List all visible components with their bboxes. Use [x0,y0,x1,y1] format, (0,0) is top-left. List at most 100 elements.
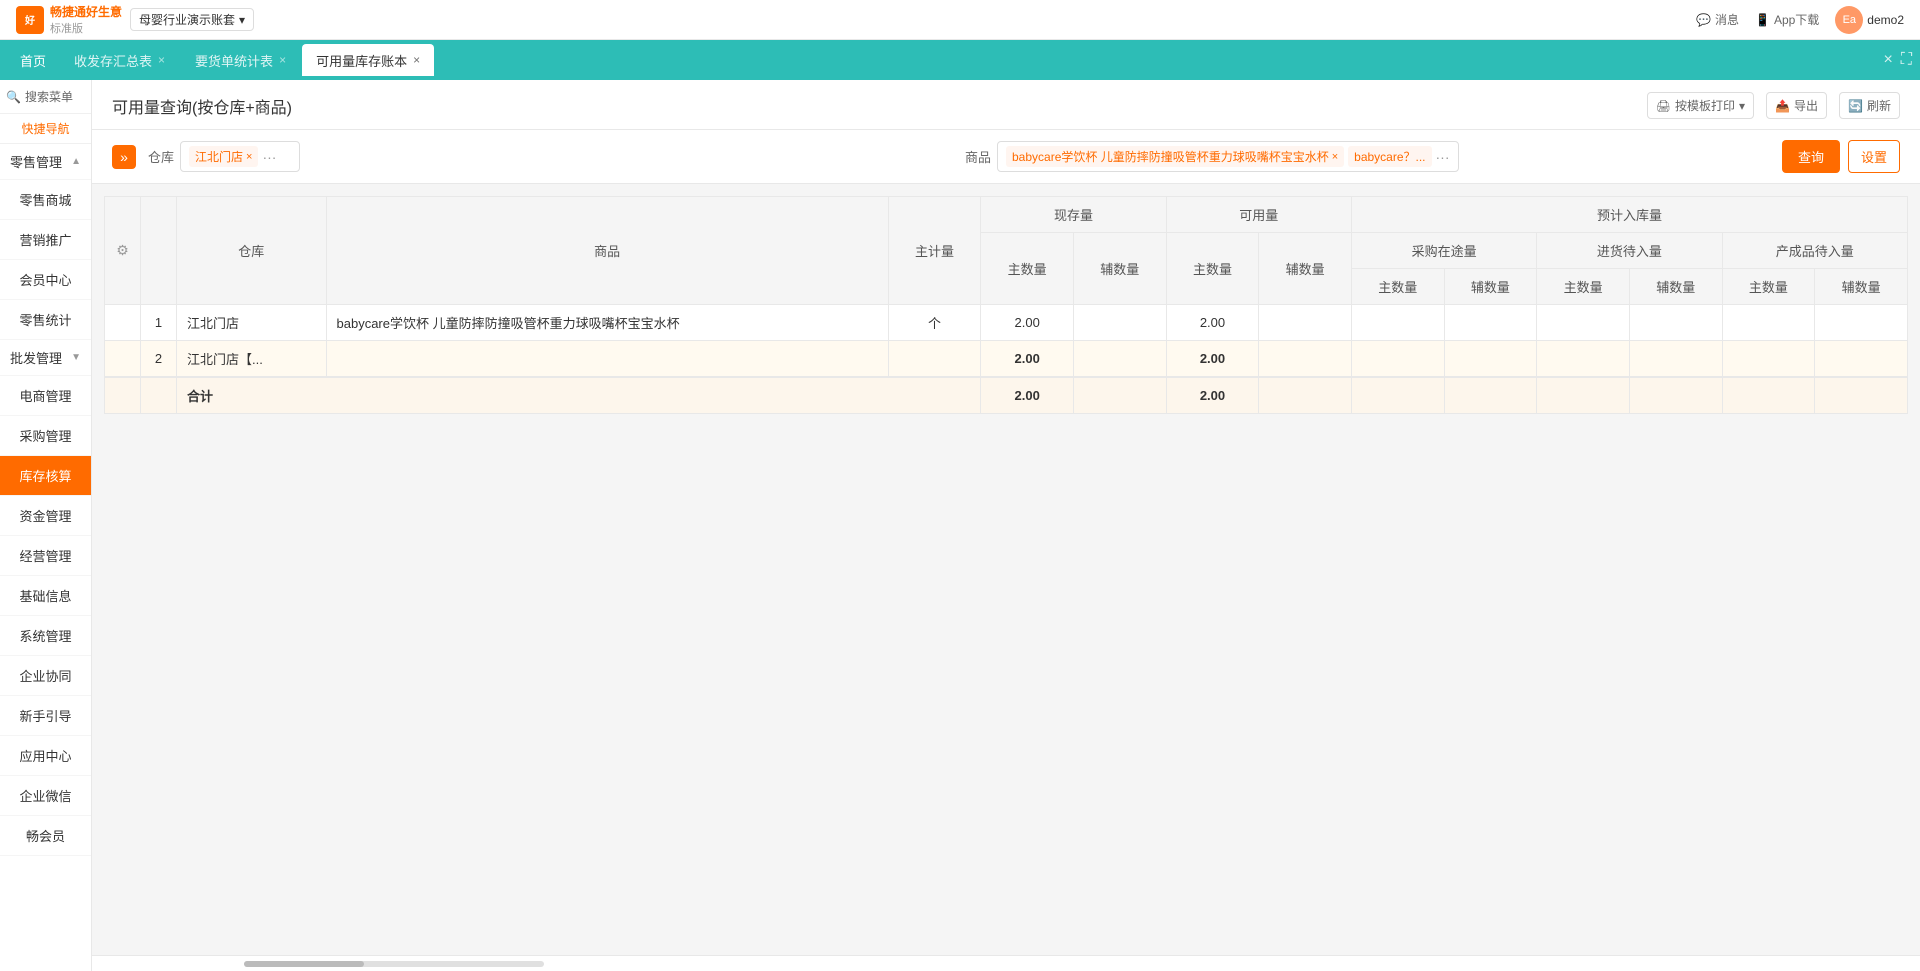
tab-2[interactable]: 要货单统计表 × [181,44,300,76]
row-1-purchase-main [1351,305,1444,341]
row-2-production-aux [1815,341,1908,378]
settings-button[interactable]: 设置 [1848,140,1900,173]
col-header-inbound-main: 主数量 [1537,269,1630,305]
page-header: 可用量查询(按仓库+商品) 🖨 按模板打印 ▾ 📤 导出 🔄 刷新 [92,80,1920,130]
row-1-unit: 个 [888,305,981,341]
app-download-button[interactable]: 📱 App下载 [1755,11,1819,28]
sidebar-item-marketing[interactable]: 营销推广 [0,220,91,260]
sidebar-item-app-center[interactable]: 应用中心 [0,736,91,776]
tab-2-close[interactable]: × [279,53,286,67]
product-filter-group: 商品 babycare学饮杯 儿童防摔防撞吸管杯重力球吸嘴杯宝宝水杯 × bab… [965,141,1770,172]
row-1-current-aux [1073,305,1166,341]
product-tag-1-close[interactable]: × [1332,151,1338,163]
row-2-inbound-aux [1629,341,1722,378]
row-1-select [105,305,141,341]
content-area: 可用量查询(按仓库+商品) 🖨 按模板打印 ▾ 📤 导出 🔄 刷新 [92,80,1920,971]
table-settings-icon[interactable]: ⚙ [116,242,129,258]
message-button[interactable]: 💬 消息 [1696,11,1739,28]
username-label: demo2 [1867,13,1904,27]
sidebar-search[interactable]: 🔍 搜索菜单 [0,80,91,114]
sidebar-item-basic-info[interactable]: 基础信息 [0,576,91,616]
product-tag-1: babycare学饮杯 儿童防摔防撞吸管杯重力球吸嘴杯宝宝水杯 × [1006,146,1344,167]
sidebar-item-online-store[interactable]: 零售商城 [0,180,91,220]
product-tag-2: babycare？... [1348,146,1431,167]
footer-current-main: 2.00 [981,377,1074,414]
footer-current-aux [1073,377,1166,414]
col-header-incoming: 预计入库量 [1351,197,1907,233]
sidebar-item-retail-stats[interactable]: 零售统计 [0,300,91,340]
row-1-available-main: 2.00 [1166,305,1259,341]
chevron-icon-2: ▼ [71,352,81,363]
sidebar-item-vip[interactable]: 畅会员 [0,816,91,856]
top-bar: 好 畅捷通好生意 标准版 母婴行业演示账套 ▾ 💬 消息 📱 App下载 Ea … [0,0,1920,40]
top-bar-right: 💬 消息 📱 App下载 Ea demo2 [1696,6,1904,34]
col-header-unit: 主计量 [888,197,981,305]
user-menu[interactable]: Ea demo2 [1835,6,1904,34]
warehouse-more-icon[interactable]: ··· [262,149,276,165]
sidebar-item-enterprise[interactable]: 企业协同 [0,656,91,696]
product-more-icon[interactable]: ··· [1436,149,1450,165]
row-1-purchase-aux [1444,305,1537,341]
col-header-production-aux: 辅数量 [1815,269,1908,305]
footer-label: 合计 [177,377,981,414]
tab-home[interactable]: 首页 [8,44,58,76]
sidebar-item-finance[interactable]: 资金管理 [0,496,91,536]
product-input[interactable]: babycare学饮杯 儿童防摔防撞吸管杯重力球吸嘴杯宝宝水杯 × babyca… [997,141,1459,172]
industry-selector[interactable]: 母婴行业演示账套 ▾ [130,8,254,31]
table-row: 1 江北门店 babycare学饮杯 儿童防摔防撞吸管杯重力球吸嘴杯宝宝水杯 个… [105,305,1908,341]
sidebar-item-wholesale[interactable]: 批发管理 ▼ [0,340,91,376]
sidebar-item-system[interactable]: 系统管理 [0,616,91,656]
query-button[interactable]: 查询 [1782,140,1840,173]
sidebar-quick-nav[interactable]: 快捷导航 [0,114,91,144]
refresh-button[interactable]: 🔄 刷新 [1839,92,1900,119]
sidebar-item-ecommerce[interactable]: 电商管理 [0,376,91,416]
row-2-warehouse: 江北门店【... [177,341,327,378]
sub-brand: 标准版 [50,20,122,36]
sidebar-item-wechat[interactable]: 企业微信 [0,776,91,816]
filter-expand-button[interactable]: » [112,145,136,169]
footer-settings [105,377,141,414]
chevron-down-icon: ▾ [239,13,245,27]
tab-3-close[interactable]: × [413,53,420,67]
warehouse-label: 仓库 [148,147,174,166]
col-header-purchase: 采购在途量 [1351,233,1536,269]
tab-1[interactable]: 收发存汇总表 × [60,44,179,76]
col-header-product: 商品 [326,197,888,305]
top-bar-left: 好 畅捷通好生意 标准版 母婴行业演示账套 ▾ [16,3,254,36]
logo-icon: 好 [16,6,44,34]
row-2-no: 2 [141,341,177,378]
sidebar-item-zero-retail[interactable]: 零售管理 ▲ [0,144,91,180]
sidebar-item-new-guide[interactable]: 新手引导 [0,696,91,736]
row-1-inbound-aux [1629,305,1722,341]
row-2-product [326,341,888,378]
filter-area: » 仓库 江北门店 × ··· 商品 babycare学饮杯 儿童防摔防撞吸管杯… [92,130,1920,184]
export-icon: 📤 [1775,99,1790,113]
export-button[interactable]: 📤 导出 [1766,92,1827,119]
fullscreen-button[interactable]: ⛶ [1901,51,1912,69]
row-1-warehouse: 江北门店 [177,305,327,341]
row-2-current-main: 2.00 [981,341,1074,378]
sidebar-item-operations[interactable]: 经营管理 [0,536,91,576]
row-1-inbound-main [1537,305,1630,341]
data-table: ⚙ 仓库 商品 主计量 现存量 [104,196,1908,414]
row-2-inbound-main [1537,341,1630,378]
sidebar-item-purchase[interactable]: 采购管理 [0,416,91,456]
page-title: 可用量查询(按仓库+商品) [112,94,292,118]
print-button[interactable]: 🖨 按模板打印 ▾ [1647,92,1754,119]
warehouse-tag-close[interactable]: × [246,151,252,163]
row-1-current-main: 2.00 [981,305,1074,341]
tab-3[interactable]: 可用量库存账本 × [302,44,434,76]
horizontal-scrollbar[interactable] [244,961,544,967]
footer-row: 合计 2.00 2.00 [105,377,1908,414]
col-header-available: 可用量 [1166,197,1351,233]
sidebar-item-inventory[interactable]: 库存核算 [0,456,91,496]
sidebar-item-members[interactable]: 会员中心 [0,260,91,300]
row-1-production-aux [1815,305,1908,341]
close-all-tabs-button[interactable]: × [1883,51,1892,69]
col-header-available-main: 主数量 [1166,233,1259,305]
warehouse-input[interactable]: 江北门店 × ··· [180,141,300,172]
footer-production-aux [1815,377,1908,414]
tab-1-close[interactable]: × [158,53,165,67]
row-2-production-main [1722,341,1815,378]
row-1-production-main [1722,305,1815,341]
